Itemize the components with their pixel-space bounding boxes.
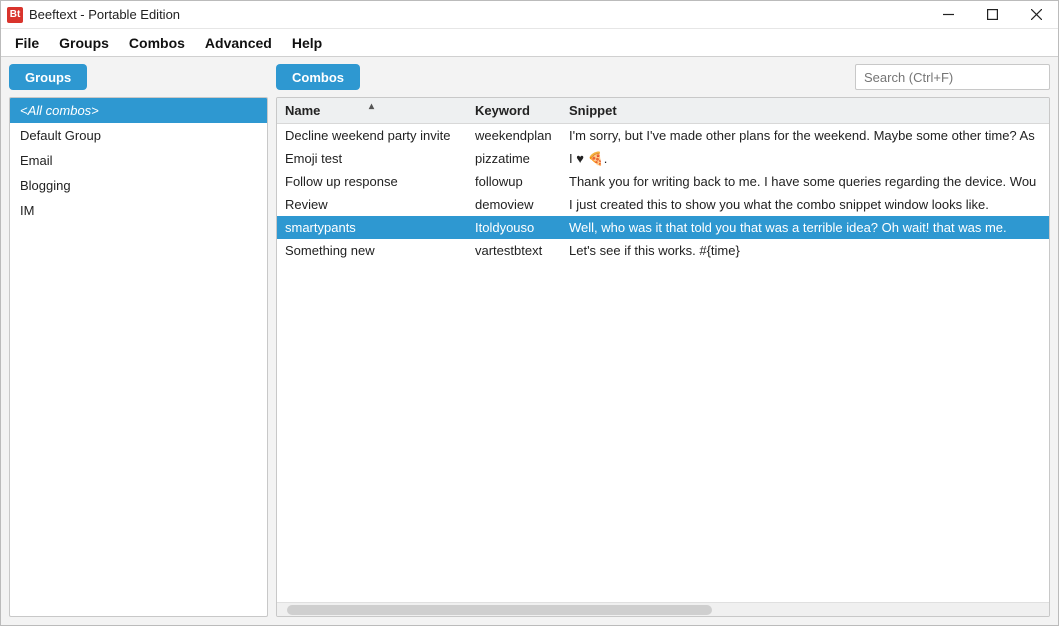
- table-row[interactable]: Emoji test pizzatime I ♥ 🍕.: [277, 147, 1049, 170]
- menu-groups[interactable]: Groups: [49, 31, 119, 55]
- cell-keyword: followup: [473, 174, 565, 189]
- cell-name: Something new: [277, 243, 473, 258]
- combos-button[interactable]: Combos: [276, 64, 360, 90]
- cell-name: Decline weekend party invite: [277, 128, 473, 143]
- menubar: File Groups Combos Advanced Help: [1, 29, 1058, 57]
- cell-name: smartypants: [277, 220, 473, 235]
- column-snippet[interactable]: Snippet: [565, 103, 1049, 118]
- content: Groups <All combos> Default Group Email …: [1, 57, 1058, 625]
- table-row[interactable]: Follow up response followup Thank you fo…: [277, 170, 1049, 193]
- scrollbar-thumb[interactable]: [287, 605, 712, 615]
- table-row[interactable]: Decline weekend party invite weekendplan…: [277, 124, 1049, 147]
- column-name-label: Name: [285, 103, 320, 118]
- cell-keyword: pizzatime: [473, 151, 565, 166]
- group-item-im[interactable]: IM: [10, 198, 267, 223]
- groups-button[interactable]: Groups: [9, 64, 87, 90]
- groups-header: Groups: [9, 57, 268, 97]
- groups-list: <All combos> Default Group Email Bloggin…: [9, 97, 268, 617]
- minimize-button[interactable]: [926, 1, 970, 29]
- cell-keyword: Itoldyouso: [473, 220, 565, 235]
- window-title: Beeftext - Portable Edition: [29, 7, 180, 22]
- table-header: Name ▴ Keyword Snippet: [277, 98, 1049, 124]
- search-input[interactable]: [855, 64, 1050, 90]
- table-body: Decline weekend party invite weekendplan…: [277, 124, 1049, 602]
- cell-name: Follow up response: [277, 174, 473, 189]
- combos-pane: Combos Name ▴ Keyword Snippet Decline we…: [276, 57, 1050, 617]
- cell-snippet: I just created this to show you what the…: [565, 197, 1049, 212]
- column-name[interactable]: Name ▴: [277, 103, 473, 118]
- table-row[interactable]: Something new vartestbtext Let's see if …: [277, 239, 1049, 262]
- app-icon: Bt: [7, 7, 23, 23]
- group-item-blogging[interactable]: Blogging: [10, 173, 267, 198]
- snippet-text-suffix: .: [604, 151, 608, 166]
- pizza-icon: 🍕: [588, 151, 604, 166]
- groups-pane: Groups <All combos> Default Group Email …: [9, 57, 268, 617]
- combos-header: Combos: [276, 57, 1050, 97]
- cell-snippet: I'm sorry, but I've made other plans for…: [565, 128, 1049, 143]
- cell-snippet: Well, who was it that told you that was …: [565, 220, 1049, 235]
- cell-keyword: weekendplan: [473, 128, 565, 143]
- cell-name: Review: [277, 197, 473, 212]
- cell-snippet: Let's see if this works. #{time}: [565, 243, 1049, 258]
- group-item-email[interactable]: Email: [10, 148, 267, 173]
- menu-combos[interactable]: Combos: [119, 31, 195, 55]
- horizontal-scrollbar[interactable]: [277, 602, 1049, 616]
- menu-file[interactable]: File: [5, 31, 49, 55]
- group-item-all-combos[interactable]: <All combos>: [10, 98, 267, 123]
- table-row[interactable]: Review demoview I just created this to s…: [277, 193, 1049, 216]
- snippet-text-prefix: I ♥: [569, 151, 588, 166]
- cell-keyword: demoview: [473, 197, 565, 212]
- maximize-button[interactable]: [970, 1, 1014, 29]
- column-keyword[interactable]: Keyword: [473, 103, 565, 118]
- combos-table: Name ▴ Keyword Snippet Decline weekend p…: [276, 97, 1050, 617]
- cell-snippet: I ♥ 🍕.: [565, 151, 1049, 167]
- close-button[interactable]: [1014, 1, 1058, 29]
- menu-advanced[interactable]: Advanced: [195, 31, 282, 55]
- cell-name: Emoji test: [277, 151, 473, 166]
- menu-help[interactable]: Help: [282, 31, 332, 55]
- cell-snippet: Thank you for writing back to me. I have…: [565, 174, 1049, 189]
- sort-asc-icon: ▴: [369, 101, 374, 112]
- cell-keyword: vartestbtext: [473, 243, 565, 258]
- titlebar: Bt Beeftext - Portable Edition: [1, 1, 1058, 29]
- group-item-default[interactable]: Default Group: [10, 123, 267, 148]
- table-row[interactable]: smartypants Itoldyouso Well, who was it …: [277, 216, 1049, 239]
